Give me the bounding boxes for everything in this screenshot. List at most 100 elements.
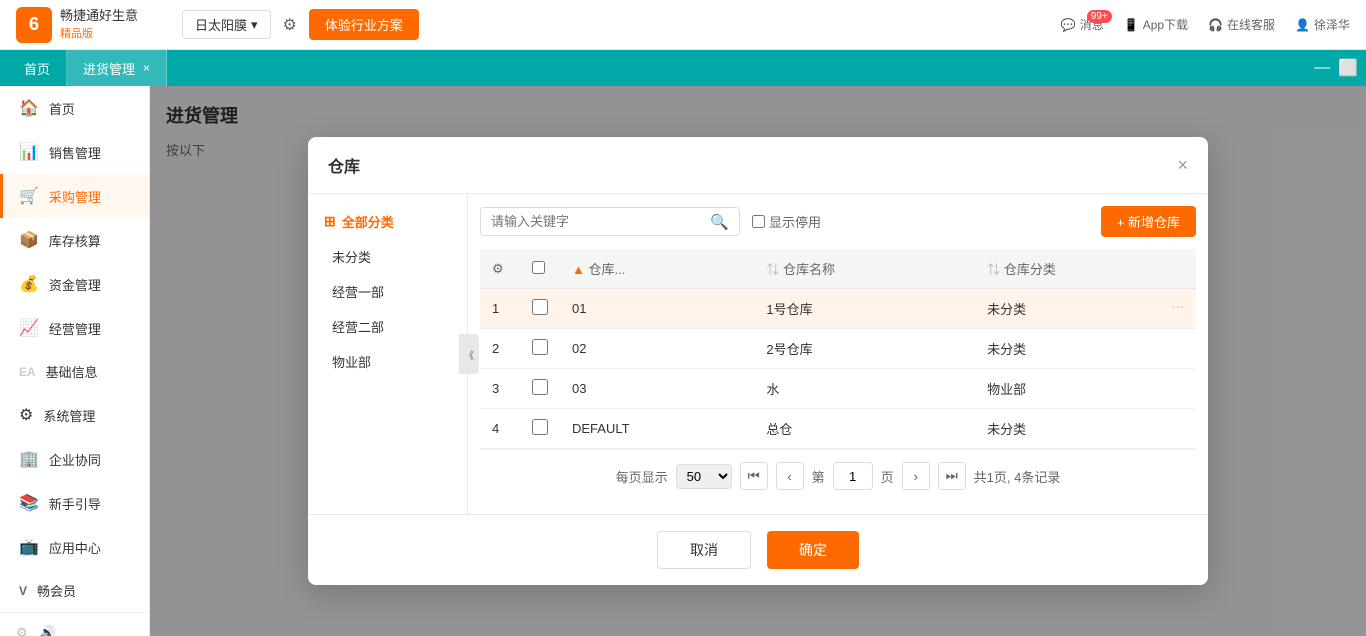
app-label: App下载 xyxy=(1143,16,1188,33)
all-category-header[interactable]: ⊞ 全部分类 xyxy=(308,204,467,239)
system-icon: ⚙ xyxy=(19,405,33,425)
category-item-ops2[interactable]: 经营二部 xyxy=(308,309,467,344)
brand-sub: 精品版 xyxy=(60,25,138,41)
add-warehouse-button[interactable]: + 新增仓库 xyxy=(1101,206,1196,237)
dialog-footer: 取消 确定 xyxy=(308,514,1208,585)
row-checkbox-1[interactable] xyxy=(520,289,560,329)
cancel-button[interactable]: 取消 xyxy=(657,531,751,569)
sidebar-item-sales[interactable]: 📊 销售管理 xyxy=(0,130,149,174)
enterprise-icon: 🏢 xyxy=(19,449,39,469)
settings-bottom-icon[interactable]: ⚙ xyxy=(16,625,28,636)
first-page-button[interactable]: ⏮ xyxy=(740,462,768,490)
finance-icon: 💰 xyxy=(19,274,39,294)
headset-icon: 🎧 xyxy=(1208,18,1223,32)
sidebar-item-home[interactable]: 🏠 首页 xyxy=(0,86,149,130)
category-item-unclassified[interactable]: 未分类 xyxy=(308,239,467,274)
table-row[interactable]: 4 DEFAULT 总仓 未分类 xyxy=(480,409,1196,449)
grid-icon: ⊞ xyxy=(324,213,336,230)
all-category-label: 全部分类 xyxy=(342,212,394,231)
category-item-ops1[interactable]: 经营一部 xyxy=(308,274,467,309)
message-badge: 99+ xyxy=(1087,10,1112,23)
sidebar-item-system[interactable]: ⚙ 系统管理 xyxy=(0,393,149,437)
header-right: 💬 消息 99+ 📱 App下载 🎧 在线客服 👤 徐泽华 xyxy=(1061,16,1350,33)
sidebar-item-appstore[interactable]: 📺 应用中心 xyxy=(0,525,149,569)
pagination: 每页显示 50 20 100 ⏮ ‹ 第 页 › xyxy=(480,449,1196,502)
tab-home[interactable]: 首页 xyxy=(8,50,67,86)
select-all-checkbox[interactable] xyxy=(532,261,545,274)
row-dots-1[interactable]: ··· xyxy=(1171,299,1184,314)
inventory-icon: 📦 xyxy=(19,230,39,250)
page-number-label: 第 xyxy=(812,467,825,486)
confirm-button[interactable]: 确定 xyxy=(767,531,859,569)
th-category: ⇅ 仓库分类 xyxy=(975,249,1196,289)
maximize-icon[interactable]: ⬜ xyxy=(1338,58,1358,78)
row-checkbox-4[interactable] xyxy=(520,409,560,449)
sidebar-item-finance[interactable]: 💰 资金管理 xyxy=(0,262,149,306)
modal-overlay: 仓库 × ⊞ 全部分类 未分类 经营一 xyxy=(150,86,1366,636)
sidebar-item-enterprise[interactable]: 🏢 企业协同 xyxy=(0,437,149,481)
page-unit-label: 页 xyxy=(881,467,894,486)
brand-name: 畅捷通好生意 xyxy=(60,8,138,25)
chevron-down-icon: ▾ xyxy=(251,17,258,33)
per-page-label: 每页显示 xyxy=(616,467,668,486)
row-category-3: 物业部 xyxy=(975,369,1196,409)
sidebar-item-purchase[interactable]: 🛒 采购管理 xyxy=(0,174,149,218)
next-page-button[interactable]: › xyxy=(902,462,930,490)
user-avatar: 👤 xyxy=(1295,18,1310,32)
home-icon: 🏠 xyxy=(19,98,39,118)
sales-icon: 📊 xyxy=(19,142,39,162)
row-code-3: 03 xyxy=(560,369,754,409)
dialog-header: 仓库 × xyxy=(308,137,1208,194)
last-page-button[interactable]: ⏭ xyxy=(938,462,966,490)
dialog-close-button[interactable]: × xyxy=(1177,155,1188,176)
search-input[interactable] xyxy=(481,208,700,235)
operations-icon: 📈 xyxy=(19,318,39,338)
basicinfo-icon: EA xyxy=(19,365,36,379)
minimize-icon[interactable]: — xyxy=(1314,59,1330,77)
gear-icon[interactable]: ⚙ xyxy=(283,15,297,35)
try-industry-button[interactable]: 体验行业方案 xyxy=(309,9,419,40)
store-selector[interactable]: 日太阳膜 ▾ xyxy=(182,10,271,39)
prev-page-button[interactable]: ‹ xyxy=(776,462,804,490)
search-icon[interactable]: 🔍 xyxy=(700,213,739,231)
tab-purchase[interactable]: 进货管理 × xyxy=(67,50,167,86)
sidebar-item-inventory[interactable]: 📦 库存核算 xyxy=(0,218,149,262)
store-name: 日太阳膜 xyxy=(195,15,247,34)
row-index-2: 2 xyxy=(480,329,520,369)
sidebar-item-member[interactable]: V 畅会员 xyxy=(0,569,149,612)
main-layout: 🏠 首页 📊 销售管理 🛒 采购管理 📦 库存核算 💰 资金管理 📈 经营管理 … xyxy=(0,86,1366,636)
mobile-icon: 📱 xyxy=(1124,18,1139,32)
tab-close-icon[interactable]: × xyxy=(143,61,150,75)
show-disabled-checkbox[interactable] xyxy=(752,215,765,228)
sidebar-item-guide[interactable]: 📚 新手引导 xyxy=(0,481,149,525)
sort-icon: ▲ xyxy=(572,262,585,277)
appstore-icon: 📺 xyxy=(19,537,39,557)
message-icon-item[interactable]: 💬 消息 99+ xyxy=(1061,16,1104,33)
guide-icon: 📚 xyxy=(19,493,39,513)
volume-icon[interactable]: 🔊 xyxy=(40,625,56,636)
table-row[interactable]: 3 03 水 物业部 xyxy=(480,369,1196,409)
row-checkbox-3[interactable] xyxy=(520,369,560,409)
collapse-panel-button[interactable]: 《 xyxy=(459,334,479,374)
warehouse-dialog: 仓库 × ⊞ 全部分类 未分类 经营一 xyxy=(308,137,1208,585)
nav-tabs: 首页 进货管理 × — ⬜ xyxy=(0,50,1366,86)
sidebar-item-operations[interactable]: 📈 经营管理 xyxy=(0,306,149,350)
show-disabled-label[interactable]: 显示停用 xyxy=(752,212,821,231)
app-download-item[interactable]: 📱 App下载 xyxy=(1124,16,1188,33)
table-row[interactable]: 1 01 1号仓库 未分类 ··· xyxy=(480,289,1196,329)
user-avatar-item[interactable]: 👤 徐泽华 xyxy=(1295,16,1350,33)
sidebar-item-basicinfo[interactable]: EA 基础信息 xyxy=(0,350,149,393)
per-page-select[interactable]: 50 20 100 xyxy=(676,464,732,489)
total-info: 共1页, 4条记录 xyxy=(974,467,1061,486)
sidebar: 🏠 首页 📊 销售管理 🛒 采购管理 📦 库存核算 💰 资金管理 📈 经营管理 … xyxy=(0,86,150,636)
category-item-property[interactable]: 物业部 xyxy=(308,344,467,379)
table-row[interactable]: 2 02 2号仓库 未分类 xyxy=(480,329,1196,369)
message-icon: 💬 xyxy=(1061,18,1076,32)
row-index-1: 1 xyxy=(480,289,520,329)
page-number-input[interactable] xyxy=(833,462,873,490)
top-header: 6 畅捷通好生意 精品版 日太阳膜 ▾ ⚙ 体验行业方案 💬 消息 99+ 📱 … xyxy=(0,0,1366,50)
row-checkbox-2[interactable] xyxy=(520,329,560,369)
online-service-item[interactable]: 🎧 在线客服 xyxy=(1208,16,1275,33)
logo-icon: 6 xyxy=(16,7,52,43)
service-label: 在线客服 xyxy=(1227,16,1275,33)
